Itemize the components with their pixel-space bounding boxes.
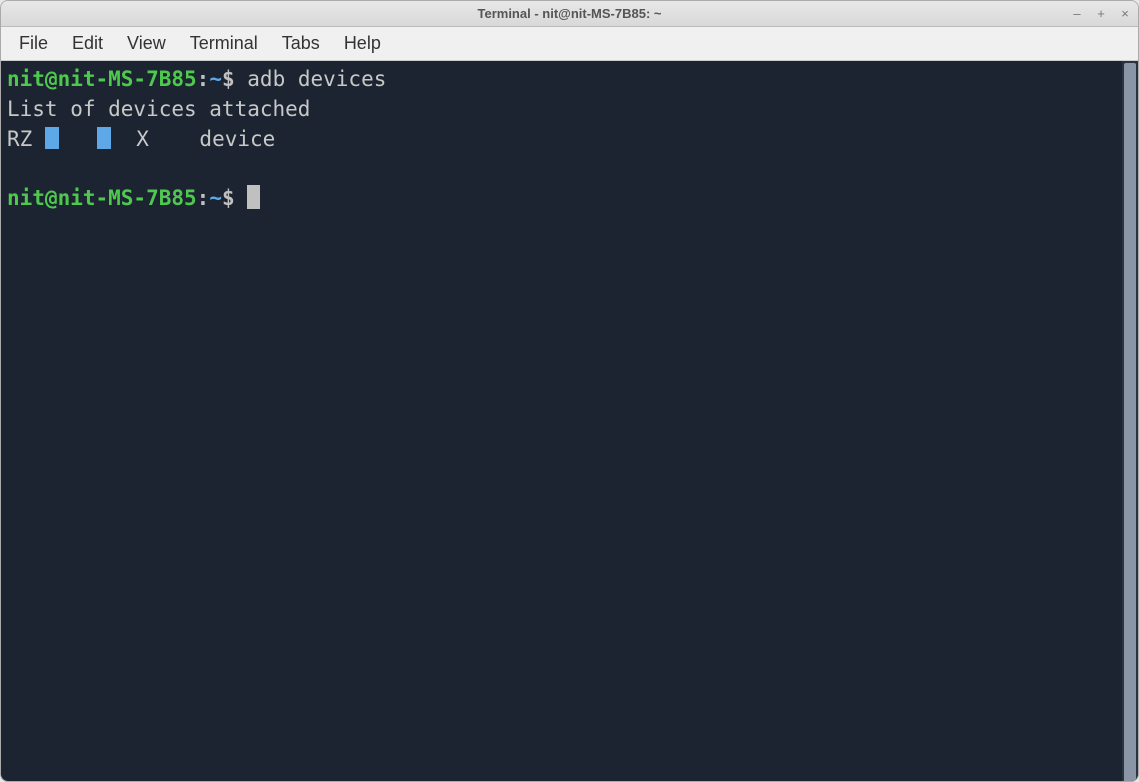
maximize-button[interactable]: + <box>1094 7 1108 21</box>
prompt-dollar: $ <box>222 186 235 210</box>
cursor <box>247 185 260 209</box>
command-text: adb devices <box>247 67 386 91</box>
titlebar[interactable]: Terminal - nit@nit-MS-7B85: ~ – + × <box>1 1 1138 27</box>
menu-tabs[interactable]: Tabs <box>272 29 330 58</box>
menu-terminal[interactable]: Terminal <box>180 29 268 58</box>
scrollbar-thumb[interactable] <box>1124 63 1136 781</box>
close-button[interactable]: × <box>1118 7 1132 21</box>
menu-edit[interactable]: Edit <box>62 29 113 58</box>
device-id-prefix: RZ <box>7 127 32 151</box>
menu-help[interactable]: Help <box>334 29 391 58</box>
minimize-button[interactable]: – <box>1070 7 1084 21</box>
prompt-user: nit@nit-MS-7B85 <box>7 186 197 210</box>
prompt-colon: : <box>197 67 210 91</box>
terminal-window: Terminal - nit@nit-MS-7B85: ~ – + × File… <box>0 0 1139 782</box>
prompt-user: nit@nit-MS-7B85 <box>7 67 197 91</box>
prompt-dollar: $ <box>222 67 235 91</box>
menu-view[interactable]: View <box>117 29 176 58</box>
scrollbar[interactable] <box>1122 61 1138 781</box>
terminal-output-line-2: RZ X device <box>7 125 1132 155</box>
terminal-line-1: nit@nit-MS-7B85:~$ adb devices <box>7 65 1132 95</box>
window-controls: – + × <box>1070 1 1132 26</box>
redacted-block <box>97 127 111 149</box>
prompt-path: ~ <box>209 67 222 91</box>
device-status: device <box>199 127 275 151</box>
terminal-blank-line <box>7 154 1132 184</box>
menubar: File Edit View Terminal Tabs Help <box>1 27 1138 61</box>
redacted-block <box>45 127 59 149</box>
device-id-mid: X <box>136 127 149 151</box>
terminal-prompt-line: nit@nit-MS-7B85:~$ <box>7 184 1132 214</box>
prompt-colon: : <box>197 186 210 210</box>
terminal-output-line-1: List of devices attached <box>7 95 1132 125</box>
menu-file[interactable]: File <box>9 29 58 58</box>
prompt-path: ~ <box>209 186 222 210</box>
terminal-body[interactable]: nit@nit-MS-7B85:~$ adb devicesList of de… <box>1 61 1138 781</box>
window-title: Terminal - nit@nit-MS-7B85: ~ <box>478 6 662 21</box>
